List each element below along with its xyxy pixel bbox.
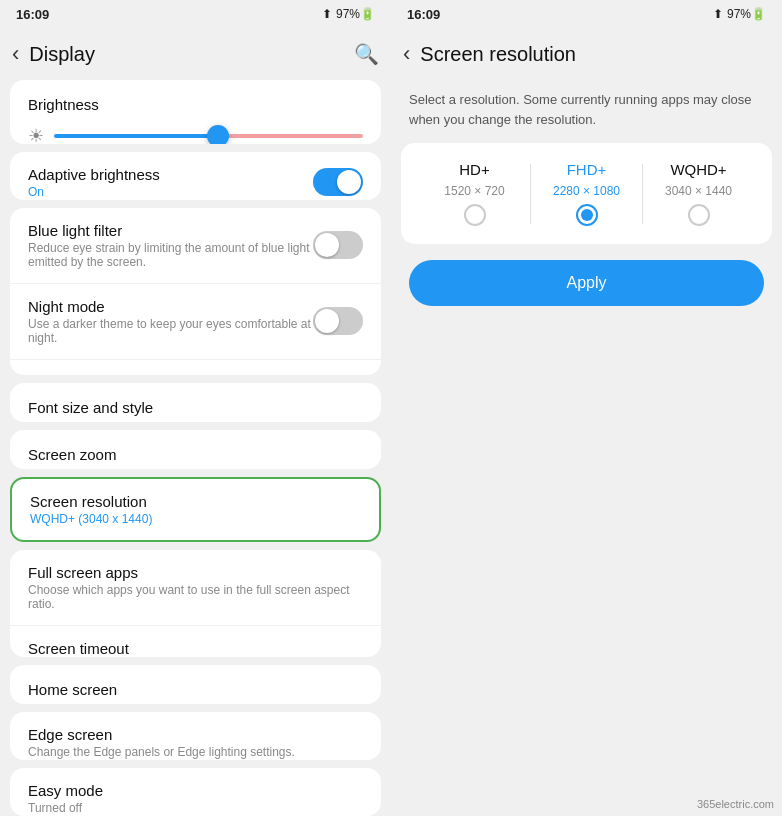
fhd-name: FHD+ bbox=[567, 161, 607, 178]
hd-name: HD+ bbox=[459, 161, 489, 178]
easy-mode-item[interactable]: Easy mode Turned off bbox=[10, 768, 381, 816]
sun-icon: ☀ bbox=[28, 125, 44, 144]
right-battery-text: 97%🔋 bbox=[727, 7, 766, 21]
screen-zoom-title: Screen zoom bbox=[28, 446, 363, 463]
resolution-description: Select a resolution. Some currently runn… bbox=[391, 80, 782, 143]
display-options-card: Blue light filter Reduce eye strain by l… bbox=[10, 208, 381, 376]
right-back-button[interactable]: ‹ bbox=[403, 41, 410, 67]
screen-resolution-subtitle: WQHD+ (3040 x 1440) bbox=[30, 512, 361, 526]
right-signal-icon: ⬆ bbox=[713, 7, 723, 21]
left-top-nav: ‹ Display 🔍 bbox=[0, 28, 391, 80]
blue-light-filter-item[interactable]: Blue light filter Reduce eye strain by l… bbox=[10, 208, 381, 284]
right-status-icons: ⬆ 97%🔋 bbox=[713, 7, 766, 21]
right-status-bar: 16:09 ⬆ 97%🔋 bbox=[391, 0, 782, 28]
blue-light-title: Blue light filter bbox=[28, 222, 313, 239]
easy-mode-title: Easy mode bbox=[28, 782, 363, 799]
screen-resolution-title: Screen resolution bbox=[30, 493, 361, 510]
edge-screen-card[interactable]: Edge screen Change the Edge panels or Ed… bbox=[10, 712, 381, 760]
screen-mode-title: Screen mode bbox=[28, 374, 363, 376]
adaptive-brightness-subtitle: On bbox=[28, 185, 313, 199]
left-page-title: Display bbox=[29, 43, 354, 66]
screen-timeout-text: Screen timeout After 10 minutes of inact… bbox=[28, 640, 363, 658]
edge-screen-subtitle: Change the Edge panels or Edge lighting … bbox=[28, 745, 363, 759]
left-search-button[interactable]: 🔍 bbox=[354, 42, 379, 66]
right-panel: 16:09 ⬆ 97%🔋 ‹ Screen resolution Select … bbox=[391, 0, 782, 816]
night-mode-subtitle: Use a darker theme to keep your eyes com… bbox=[28, 317, 313, 345]
blue-light-subtitle: Reduce eye strain by limiting the amount… bbox=[28, 241, 313, 269]
screen-zoom-item[interactable]: Screen zoom bbox=[10, 430, 381, 469]
edge-screen-item[interactable]: Edge screen Change the Edge panels or Ed… bbox=[10, 712, 381, 760]
adaptive-brightness-text: Adaptive brightness On bbox=[28, 166, 313, 199]
screen-zoom-card[interactable]: Screen zoom bbox=[10, 430, 381, 469]
brightness-row: ☀ bbox=[28, 125, 363, 144]
night-mode-item[interactable]: Night mode Use a darker theme to keep yo… bbox=[10, 284, 381, 360]
font-size-item[interactable]: Font size and style bbox=[10, 383, 381, 422]
blue-light-text: Blue light filter Reduce eye strain by l… bbox=[28, 222, 313, 269]
home-screen-title: Home screen bbox=[28, 681, 363, 698]
hd-pixels: 1520 × 720 bbox=[444, 184, 504, 198]
font-size-title: Font size and style bbox=[28, 399, 363, 416]
fhd-radio[interactable] bbox=[576, 204, 598, 226]
left-time: 16:09 bbox=[16, 7, 49, 22]
fhd-pixels: 2280 × 1080 bbox=[553, 184, 620, 198]
resolution-option-wqhd[interactable]: WQHD+ 3040 × 1440 bbox=[643, 161, 754, 226]
brightness-slider[interactable] bbox=[54, 126, 363, 144]
hd-radio[interactable] bbox=[464, 204, 486, 226]
right-top-nav: ‹ Screen resolution bbox=[391, 28, 782, 80]
adaptive-brightness-card: Adaptive brightness On bbox=[10, 152, 381, 200]
night-mode-thumb bbox=[315, 309, 339, 333]
easy-mode-text: Easy mode Turned off bbox=[28, 782, 363, 815]
adaptive-brightness-item[interactable]: Adaptive brightness On bbox=[10, 152, 381, 200]
home-screen-item[interactable]: Home screen bbox=[10, 665, 381, 704]
easy-mode-card[interactable]: Easy mode Turned off bbox=[10, 768, 381, 816]
edge-screen-title: Edge screen bbox=[28, 726, 363, 743]
wqhd-radio[interactable] bbox=[688, 204, 710, 226]
screen-mode-item[interactable]: Screen mode Natural bbox=[10, 360, 381, 376]
wqhd-pixels: 3040 × 1440 bbox=[665, 184, 732, 198]
font-size-card[interactable]: Font size and style bbox=[10, 383, 381, 422]
left-panel: 16:09 ⬆ 97%🔋 ‹ Display 🔍 Brightness ☀ bbox=[0, 0, 391, 816]
full-screen-apps-subtitle: Choose which apps you want to use in the… bbox=[28, 583, 363, 611]
left-settings-list: Brightness ☀ Adaptive brightness On bbox=[0, 80, 391, 816]
easy-mode-subtitle: Turned off bbox=[28, 801, 363, 815]
night-mode-title: Night mode bbox=[28, 298, 313, 315]
full-screen-card: Full screen apps Choose which apps you w… bbox=[10, 550, 381, 658]
resolution-option-fhd[interactable]: FHD+ 2280 × 1080 bbox=[531, 161, 642, 226]
resolution-option-hd[interactable]: HD+ 1520 × 720 bbox=[419, 161, 530, 226]
full-screen-apps-title: Full screen apps bbox=[28, 564, 363, 581]
screen-resolution-card[interactable]: Screen resolution WQHD+ (3040 x 1440) bbox=[10, 477, 381, 542]
full-screen-apps-item[interactable]: Full screen apps Choose which apps you w… bbox=[10, 550, 381, 626]
left-signal-icon: ⬆ bbox=[322, 7, 332, 21]
right-page-title: Screen resolution bbox=[420, 43, 770, 66]
slider-thumb bbox=[207, 125, 229, 144]
wqhd-name: WQHD+ bbox=[670, 161, 726, 178]
right-time: 16:09 bbox=[407, 7, 440, 22]
home-screen-card[interactable]: Home screen bbox=[10, 665, 381, 704]
left-battery-text: 97%🔋 bbox=[336, 7, 375, 21]
apply-button-container: Apply bbox=[391, 244, 782, 306]
adaptive-brightness-toggle[interactable] bbox=[313, 168, 363, 196]
watermark: 365electric.com bbox=[697, 798, 774, 810]
brightness-card: Brightness ☀ bbox=[10, 80, 381, 144]
screen-timeout-item[interactable]: Screen timeout After 10 minutes of inact… bbox=[10, 626, 381, 658]
fhd-radio-inner bbox=[581, 209, 593, 221]
full-screen-apps-text: Full screen apps Choose which apps you w… bbox=[28, 564, 363, 611]
screen-mode-text: Screen mode Natural bbox=[28, 374, 363, 376]
adaptive-brightness-title: Adaptive brightness bbox=[28, 166, 313, 183]
edge-screen-text: Edge screen Change the Edge panels or Ed… bbox=[28, 726, 363, 759]
blue-light-toggle[interactable] bbox=[313, 231, 363, 259]
toggle-thumb bbox=[337, 170, 361, 194]
slider-track bbox=[54, 134, 363, 138]
screen-resolution-item[interactable]: Screen resolution WQHD+ (3040 x 1440) bbox=[12, 479, 379, 540]
left-status-icons: ⬆ 97%🔋 bbox=[322, 7, 375, 21]
apply-button[interactable]: Apply bbox=[409, 260, 764, 306]
left-back-button[interactable]: ‹ bbox=[12, 41, 19, 67]
resolution-options-card: HD+ 1520 × 720 FHD+ 2280 × 1080 WQHD+ 30… bbox=[401, 143, 772, 244]
night-mode-toggle[interactable] bbox=[313, 307, 363, 335]
night-mode-text: Night mode Use a darker theme to keep yo… bbox=[28, 298, 313, 345]
brightness-label: Brightness bbox=[28, 96, 363, 113]
left-status-bar: 16:09 ⬆ 97%🔋 bbox=[0, 0, 391, 28]
blue-light-thumb bbox=[315, 233, 339, 257]
screen-timeout-title: Screen timeout bbox=[28, 640, 363, 657]
